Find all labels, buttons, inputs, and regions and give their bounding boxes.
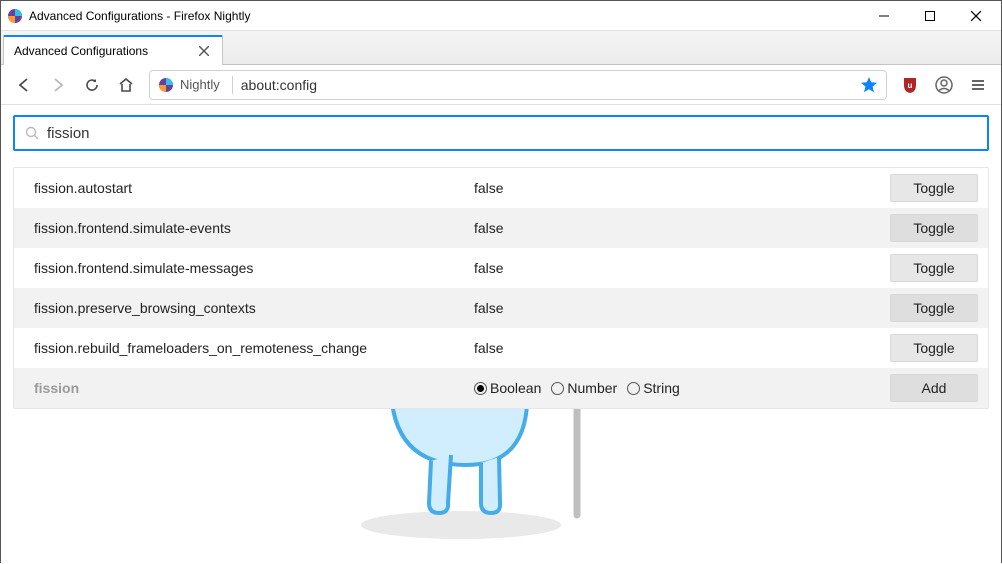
toggle-button[interactable]: Toggle xyxy=(890,294,978,322)
url-separator xyxy=(232,76,233,94)
pref-value: false xyxy=(474,340,890,356)
radio-number[interactable]: Number xyxy=(551,380,617,396)
svg-text:u: u xyxy=(908,81,913,90)
tab-strip: Advanced Configurations xyxy=(1,31,1001,65)
toggle-button[interactable]: Toggle xyxy=(890,254,978,282)
pref-name: fission.frontend.simulate-messages xyxy=(34,260,474,276)
url-text: about:config xyxy=(241,77,860,93)
nav-toolbar: Nightly about:config u xyxy=(1,65,1001,105)
pref-value: false xyxy=(474,220,890,236)
radio-icon xyxy=(474,382,487,395)
pref-search-box[interactable] xyxy=(13,115,989,151)
radio-string[interactable]: String xyxy=(627,380,680,396)
pref-value: false xyxy=(474,300,890,316)
close-button[interactable] xyxy=(953,1,999,31)
pref-value: false xyxy=(474,260,890,276)
pref-name: fission.autostart xyxy=(34,180,474,196)
pref-name: fission.frontend.simulate-events xyxy=(34,220,474,236)
add-button[interactable]: Add xyxy=(890,374,978,402)
radio-icon xyxy=(627,382,640,395)
radio-boolean[interactable]: Boolean xyxy=(474,380,541,396)
tab-advanced-config[interactable]: Advanced Configurations xyxy=(3,35,223,65)
url-identity-label: Nightly xyxy=(180,77,220,92)
app-icon xyxy=(7,8,23,24)
forward-button[interactable] xyxy=(43,70,73,100)
bookmark-star-icon[interactable] xyxy=(860,76,878,94)
pref-name: fission.preserve_browsing_contexts xyxy=(34,300,474,316)
tab-title: Advanced Configurations xyxy=(14,44,196,58)
pref-new-row: fission Boolean Number String Add xyxy=(14,368,988,408)
pref-row: fission.rebuild_frameloaders_on_remotene… xyxy=(14,328,988,368)
toggle-button[interactable]: Toggle xyxy=(890,334,978,362)
pref-row: fission.frontend.simulate-messages false… xyxy=(14,248,988,288)
pref-value: false xyxy=(474,180,890,196)
reload-button[interactable] xyxy=(77,70,107,100)
menu-icon[interactable] xyxy=(963,70,993,100)
pref-row: fission.preserve_browsing_contexts false… xyxy=(14,288,988,328)
maximize-button[interactable] xyxy=(907,1,953,31)
toggle-button[interactable]: Toggle xyxy=(890,214,978,242)
page-content: fission.autostart false Toggle fission.f… xyxy=(1,105,1001,564)
new-pref-type-group: Boolean Number String xyxy=(474,380,890,396)
new-pref-name: fission xyxy=(34,380,474,396)
url-bar[interactable]: Nightly about:config xyxy=(149,70,887,100)
toggle-button[interactable]: Toggle xyxy=(890,174,978,202)
pref-search-input[interactable] xyxy=(47,125,977,142)
tab-close-icon[interactable] xyxy=(196,43,212,59)
pref-row: fission.frontend.simulate-events false T… xyxy=(14,208,988,248)
pref-name: fission.rebuild_frameloaders_on_remotene… xyxy=(34,340,474,356)
radio-icon xyxy=(551,382,564,395)
firefox-icon xyxy=(158,77,174,93)
window-title: Advanced Configurations - Firefox Nightl… xyxy=(29,9,861,23)
pref-row: fission.autostart false Toggle xyxy=(14,168,988,208)
pref-results: fission.autostart false Toggle fission.f… xyxy=(13,167,989,409)
account-icon[interactable] xyxy=(929,70,959,100)
home-button[interactable] xyxy=(111,70,141,100)
back-button[interactable] xyxy=(9,70,39,100)
window-titlebar: Advanced Configurations - Firefox Nightl… xyxy=(1,1,1001,31)
minimize-button[interactable] xyxy=(861,1,907,31)
search-icon xyxy=(25,126,39,140)
ublock-icon[interactable]: u xyxy=(895,70,925,100)
